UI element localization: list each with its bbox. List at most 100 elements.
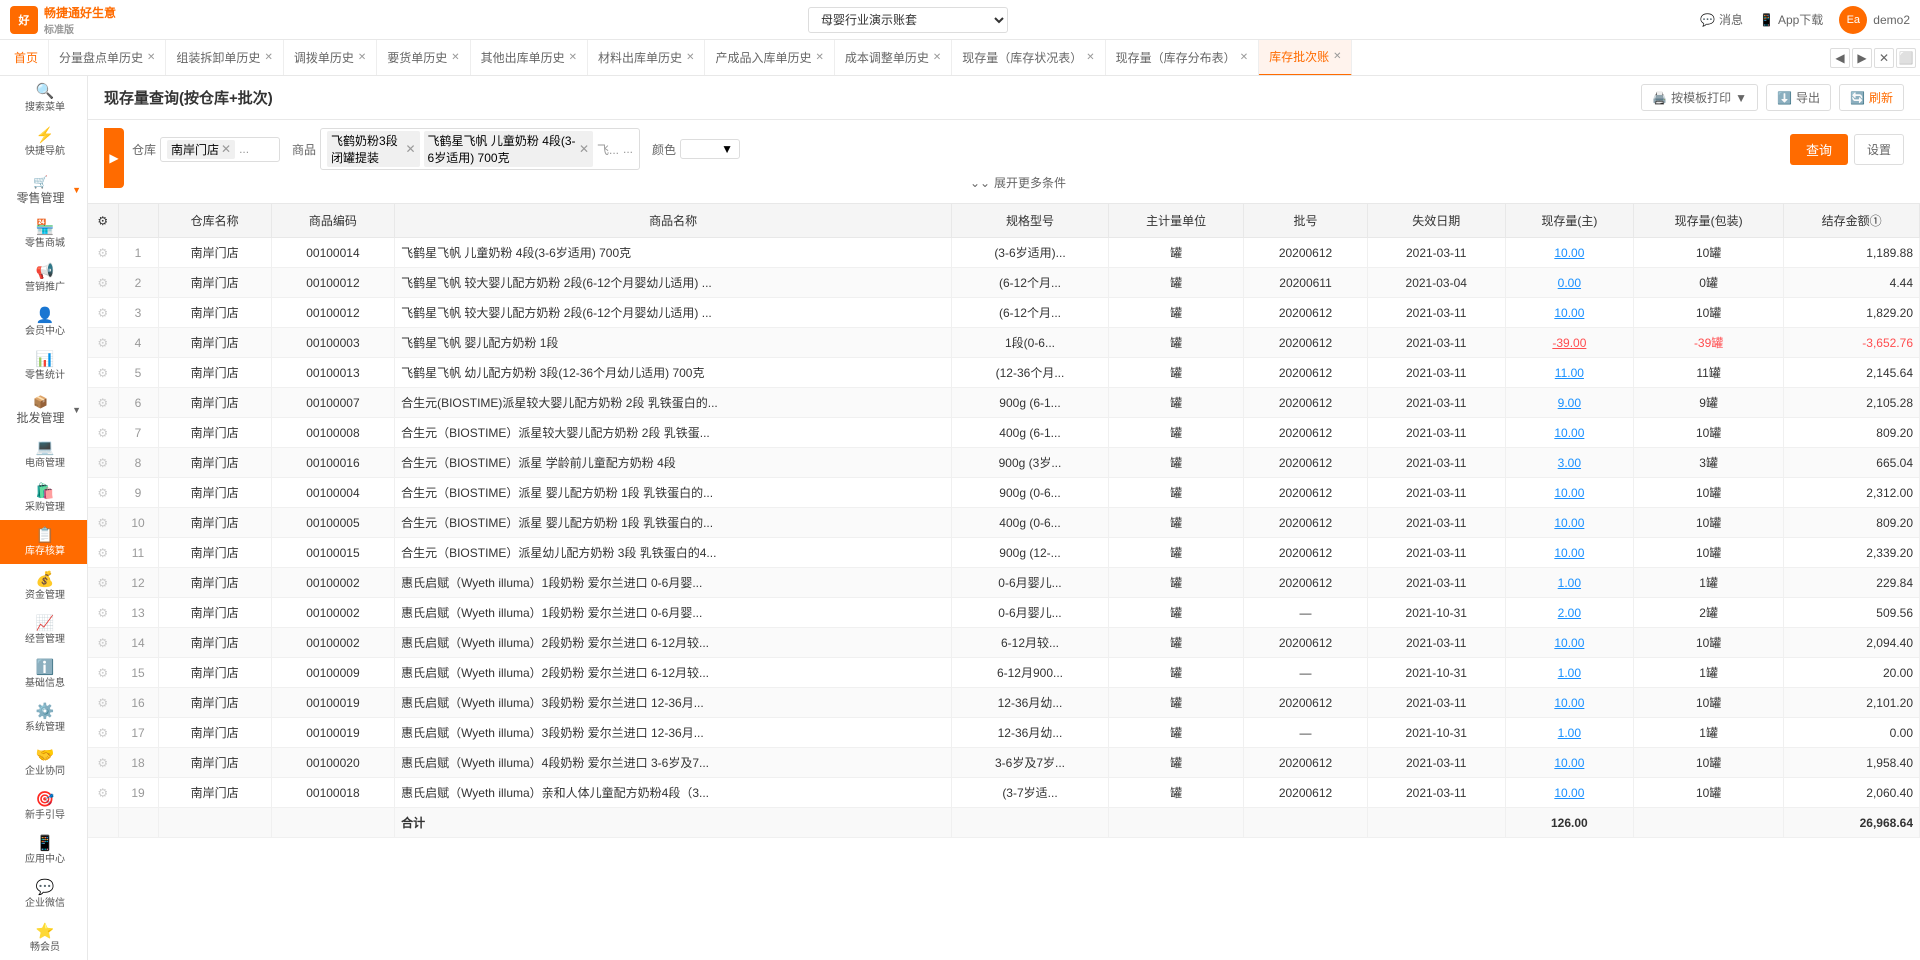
product-tag-container[interactable]: 飞鹤奶粉3段闭罐提装 ✕ 飞鹤星飞帆 儿童奶粉 4段(3-6岁适用) 700克 …	[320, 128, 640, 170]
sidebar-item-wholesale[interactable]: 📦 批发管理 ▼	[0, 388, 87, 432]
nav-maximize-btn[interactable]: ⬜	[1896, 48, 1916, 68]
tab-transfer[interactable]: 调拨单历史 ✕	[284, 40, 377, 76]
row-gear[interactable]: ⚙	[88, 508, 118, 538]
row-qty-main[interactable]: 10.00	[1505, 538, 1633, 568]
close-tab-batch[interactable]: ✕	[1333, 51, 1341, 62]
tab-batch-ledger[interactable]: 库存批次账 ✕	[1259, 40, 1352, 76]
row-qty-main[interactable]: 1.00	[1505, 718, 1633, 748]
sidebar-item-wechat-work[interactable]: 💬 企业微信	[0, 872, 87, 916]
tab-disassembly[interactable]: 组装拆卸单历史 ✕	[166, 40, 283, 76]
sidebar-item-retail-mall[interactable]: 🏪 零售商城	[0, 212, 87, 256]
sidebar-item-purchase[interactable]: 🛍️ 采购管理	[0, 476, 87, 520]
row-gear[interactable]: ⚙	[88, 718, 118, 748]
sidebar-item-finance[interactable]: 💰 资金管理	[0, 564, 87, 608]
tab-split-history[interactable]: 分量盘点单历史 ✕	[49, 40, 166, 76]
sidebar-item-basic[interactable]: ℹ️ 基础信息	[0, 652, 87, 696]
row-qty-main[interactable]: 10.00	[1505, 418, 1633, 448]
close-tab-cost-adjust[interactable]: ✕	[933, 52, 941, 63]
tab-cost-adjust[interactable]: 成本调整单历史 ✕	[835, 40, 952, 76]
close-tab-disassembly[interactable]: ✕	[264, 52, 272, 63]
tab-requisition[interactable]: 要货单历史 ✕	[377, 40, 470, 76]
row-gear[interactable]: ⚙	[88, 268, 118, 298]
sidebar-item-membership[interactable]: ⭐ 畅会员	[0, 916, 87, 960]
export-btn[interactable]: ⬇️ 导出	[1766, 84, 1831, 111]
remove-product-tag-1[interactable]: ✕	[405, 142, 415, 156]
row-gear[interactable]: ⚙	[88, 778, 118, 808]
print-btn[interactable]: 🖨️ 按模板打印 ▼	[1641, 84, 1758, 111]
row-qty-main[interactable]: 3.00	[1505, 448, 1633, 478]
expand-arrow-btn[interactable]: ▶	[104, 128, 124, 188]
warehouse-tag-container[interactable]: 南岸门店 ✕ ...	[160, 137, 280, 162]
row-qty-main[interactable]: 10.00	[1505, 778, 1633, 808]
nav-close-all-btn[interactable]: ✕	[1874, 48, 1894, 68]
close-tab-req[interactable]: ✕	[451, 52, 459, 63]
row-gear[interactable]: ⚙	[88, 688, 118, 718]
nav-prev-btn[interactable]: ◀	[1830, 48, 1850, 68]
close-tab-split[interactable]: ✕	[147, 52, 155, 63]
row-qty-main[interactable]: 11.00	[1505, 358, 1633, 388]
sidebar-item-retail-mgmt[interactable]: 🛒 零售管理 ▼	[0, 168, 87, 212]
settings-btn[interactable]: 设置	[1854, 134, 1904, 165]
close-tab-material-out[interactable]: ✕	[686, 52, 694, 63]
user-area[interactable]: Ea demo2	[1839, 6, 1910, 34]
color-dropdown[interactable]: ▼	[680, 139, 740, 159]
remove-product-tag-2[interactable]: ✕	[579, 142, 589, 156]
tab-material-out[interactable]: 材料出库单历史 ✕	[588, 40, 705, 76]
row-qty-main[interactable]: -39.00	[1505, 328, 1633, 358]
query-btn[interactable]: 查询	[1790, 134, 1848, 165]
close-tab-inv-dist[interactable]: ✕	[1240, 52, 1248, 63]
row-gear[interactable]: ⚙	[88, 418, 118, 448]
row-gear[interactable]: ⚙	[88, 238, 118, 268]
company-selector[interactable]: 母婴行业演示账套	[808, 7, 1008, 33]
sidebar-item-retail-stats[interactable]: 📊 零售统计	[0, 344, 87, 388]
row-qty-main[interactable]: 10.00	[1505, 628, 1633, 658]
sidebar-item-newbie[interactable]: 🎯 新手引导	[0, 784, 87, 828]
row-gear[interactable]: ⚙	[88, 598, 118, 628]
row-gear[interactable]: ⚙	[88, 538, 118, 568]
close-tab-transfer[interactable]: ✕	[358, 52, 366, 63]
row-gear[interactable]: ⚙	[88, 748, 118, 778]
product-more[interactable]: ...	[623, 142, 633, 156]
row-gear[interactable]: ⚙	[88, 478, 118, 508]
sidebar-item-inventory[interactable]: 📋 库存核算	[0, 520, 87, 564]
row-qty-main[interactable]: 1.00	[1505, 658, 1633, 688]
close-tab-product-in[interactable]: ✕	[815, 52, 823, 63]
close-tab-other-out[interactable]: ✕	[569, 52, 577, 63]
sidebar-item-search[interactable]: 🔍 搜索菜单	[0, 76, 87, 120]
sidebar-item-marketing[interactable]: 📢 营销推广	[0, 256, 87, 300]
row-gear[interactable]: ⚙	[88, 388, 118, 418]
nav-next-btn[interactable]: ▶	[1852, 48, 1872, 68]
row-qty-main[interactable]: 9.00	[1505, 388, 1633, 418]
row-qty-main[interactable]: 10.00	[1505, 238, 1633, 268]
close-tab-inv-status[interactable]: ✕	[1086, 52, 1094, 63]
row-qty-main[interactable]: 10.00	[1505, 298, 1633, 328]
remove-warehouse-tag[interactable]: ✕	[221, 142, 231, 156]
row-gear[interactable]: ⚙	[88, 658, 118, 688]
row-qty-main[interactable]: 1.00	[1505, 568, 1633, 598]
row-gear[interactable]: ⚙	[88, 568, 118, 598]
sidebar-item-ecommerce[interactable]: 💻 电商管理	[0, 432, 87, 476]
tab-other-out[interactable]: 其他出库单历史 ✕	[471, 40, 588, 76]
sidebar-item-system[interactable]: ⚙️ 系统管理	[0, 696, 87, 740]
row-gear[interactable]: ⚙	[88, 448, 118, 478]
sidebar-item-quicknav[interactable]: ⚡ 快捷导航	[0, 120, 87, 164]
warehouse-ellipsis[interactable]: ...	[239, 142, 249, 156]
product-ellipsis[interactable]: 飞...	[597, 141, 619, 158]
sidebar-item-appcenter[interactable]: 📱 应用中心	[0, 828, 87, 872]
sidebar-item-ops[interactable]: 📈 经营管理	[0, 608, 87, 652]
row-gear[interactable]: ⚙	[88, 358, 118, 388]
row-qty-main[interactable]: 2.00	[1505, 598, 1633, 628]
app-download-btn[interactable]: 📱 App下载	[1759, 11, 1823, 28]
row-qty-main[interactable]: 10.00	[1505, 478, 1633, 508]
tab-inventory-status[interactable]: 现存量（库存状况表） ✕	[952, 40, 1105, 76]
row-qty-main[interactable]: 0.00	[1505, 268, 1633, 298]
row-qty-main[interactable]: 10.00	[1505, 688, 1633, 718]
row-gear[interactable]: ⚙	[88, 628, 118, 658]
refresh-btn[interactable]: 🔄 刷新	[1839, 84, 1904, 111]
tab-inventory-dist[interactable]: 现存量（库存分布表） ✕	[1106, 40, 1259, 76]
expand-conditions-btn[interactable]: ⌄⌄ 展开更多条件	[970, 174, 1066, 191]
row-gear[interactable]: ⚙	[88, 328, 118, 358]
message-btn[interactable]: 💬 消息	[1700, 11, 1743, 28]
sidebar-item-member[interactable]: 👤 会员中心	[0, 300, 87, 344]
sidebar-item-collab[interactable]: 🤝 企业协同	[0, 740, 87, 784]
